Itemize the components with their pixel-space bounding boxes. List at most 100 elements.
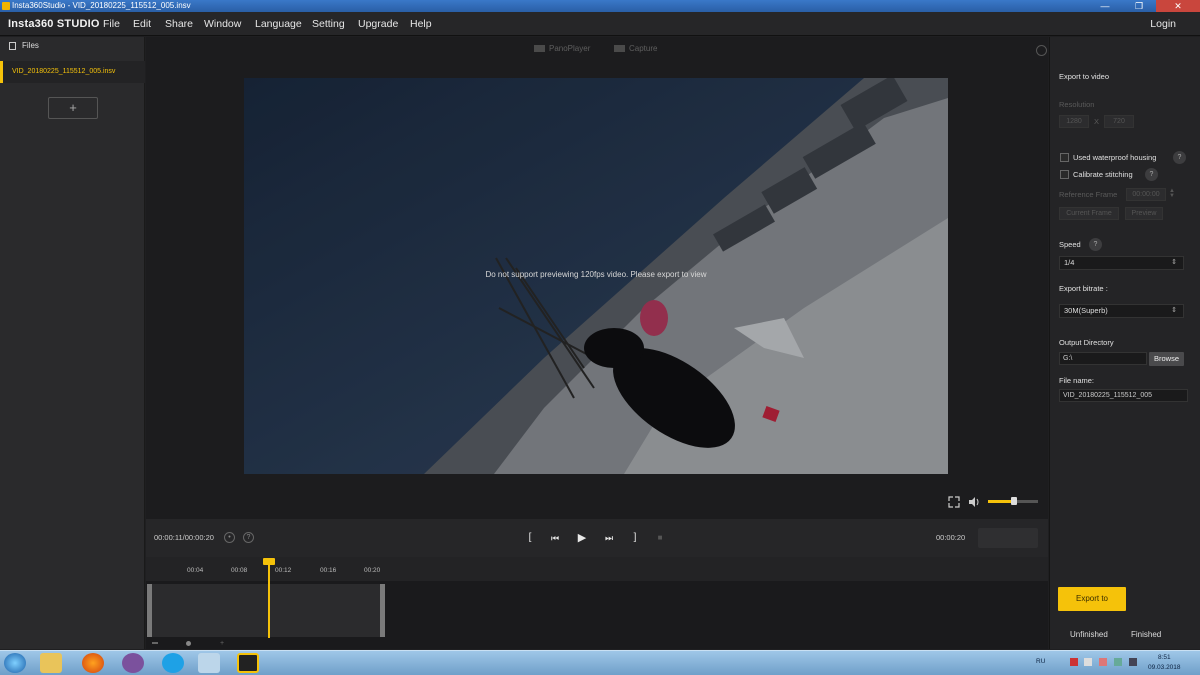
reference-stepper-icon: ▲ ▼ bbox=[1169, 188, 1175, 199]
calibrate-label: Calibrate stitching bbox=[1073, 170, 1133, 179]
tab-panoplayer[interactable]: PanoPlayer bbox=[534, 44, 590, 53]
tray-app-icon[interactable] bbox=[1070, 658, 1078, 666]
clock-date[interactable]: 09.03.2018 bbox=[1148, 664, 1181, 671]
app-logo: Insta360 STUDIO bbox=[8, 18, 100, 30]
volume-slider[interactable] bbox=[988, 497, 1038, 505]
close-button[interactable]: ✕ bbox=[1156, 0, 1200, 12]
mark-out-button[interactable]: ] bbox=[630, 531, 640, 545]
login-link[interactable]: Login bbox=[1150, 12, 1176, 36]
reference-frame-label: Reference Frame bbox=[1059, 190, 1118, 199]
skype-icon[interactable] bbox=[162, 653, 184, 673]
menu-window[interactable]: Window bbox=[204, 12, 241, 36]
select-caret-icon: ⇕ bbox=[1171, 307, 1177, 314]
total-time: 00:00:20 bbox=[936, 533, 966, 542]
speed-label: Speed bbox=[1059, 240, 1081, 249]
playback-help-icon[interactable]: ? bbox=[243, 532, 254, 543]
resolution-height: 720 bbox=[1104, 115, 1134, 128]
timeline-clip[interactable] bbox=[147, 584, 385, 637]
tab-finished[interactable]: Finished bbox=[1131, 630, 1161, 639]
menu-share[interactable]: Share bbox=[165, 12, 193, 36]
preview-button: Preview bbox=[1125, 207, 1163, 220]
menu-language[interactable]: Language bbox=[255, 12, 302, 36]
tab-capture[interactable]: Capture bbox=[614, 44, 657, 53]
tick-label: 00:12 bbox=[275, 567, 292, 574]
disabled-action-button bbox=[978, 528, 1038, 548]
os-title-bar: Insta360Studio - VID_20180225_115512_005… bbox=[0, 0, 1200, 12]
waterproof-checkbox[interactable] bbox=[1060, 153, 1069, 162]
menu-setting[interactable]: Setting bbox=[312, 12, 345, 36]
menu-help[interactable]: Help bbox=[410, 12, 432, 36]
output-directory-label: Output Directory bbox=[1059, 338, 1114, 347]
calibrate-help-icon[interactable]: ? bbox=[1145, 168, 1158, 181]
settings-circle-icon[interactable] bbox=[1036, 45, 1047, 56]
next-frame-button[interactable]: ⏭ bbox=[602, 531, 616, 545]
capture-icon bbox=[614, 45, 625, 52]
speed-value: 1/4 bbox=[1064, 258, 1075, 267]
menu-file[interactable]: File bbox=[103, 12, 120, 36]
tick-label: 00:08 bbox=[231, 567, 248, 574]
viber-icon[interactable] bbox=[122, 653, 144, 673]
volume-icon[interactable] bbox=[968, 496, 980, 508]
mark-in-button[interactable]: [ bbox=[525, 531, 535, 545]
speed-select[interactable]: 1/4 ⇕ bbox=[1059, 256, 1184, 270]
tick-label: 00:04 bbox=[187, 567, 204, 574]
start-button-icon[interactable] bbox=[4, 653, 26, 673]
tab-unfinished[interactable]: Unfinished bbox=[1070, 630, 1108, 639]
zoom-knob[interactable] bbox=[186, 641, 191, 646]
speaker-icon[interactable] bbox=[1129, 658, 1137, 666]
insta360-studio-icon[interactable] bbox=[237, 653, 259, 673]
output-directory-field[interactable]: G:\ bbox=[1059, 352, 1147, 365]
prev-frame-button[interactable]: ⏮ bbox=[548, 531, 562, 545]
bitrate-value: 30M(Superb) bbox=[1064, 306, 1108, 315]
tick-label: 00:20 bbox=[364, 567, 381, 574]
bitrate-select[interactable]: 30M(Superb) ⇕ bbox=[1059, 304, 1184, 318]
resolution-width: 1280 bbox=[1059, 115, 1089, 128]
restore-button[interactable]: ❐ bbox=[1122, 0, 1156, 12]
panoplayer-icon bbox=[534, 45, 545, 52]
volume-knob[interactable] bbox=[1011, 497, 1017, 505]
export-button[interactable]: Export to bbox=[1058, 587, 1126, 611]
resolution-label: Resolution bbox=[1059, 100, 1095, 109]
menu-edit[interactable]: Edit bbox=[133, 12, 151, 36]
fullscreen-icon[interactable] bbox=[948, 496, 960, 508]
timeline-zoom[interactable]: + bbox=[146, 640, 386, 649]
calibrate-checkbox[interactable] bbox=[1060, 170, 1069, 179]
browse-button[interactable]: Browse bbox=[1149, 352, 1184, 366]
tick-label: 00:16 bbox=[320, 567, 337, 574]
app-icon bbox=[2, 2, 10, 10]
playhead[interactable] bbox=[268, 562, 270, 638]
language-indicator[interactable]: RU bbox=[1036, 658, 1045, 665]
waterproof-help-icon[interactable]: ? bbox=[1173, 151, 1186, 164]
explorer-icon[interactable] bbox=[40, 653, 62, 673]
viewer-message: Do not support previewing 120fps video. … bbox=[485, 270, 707, 279]
files-panel: Files VID_20180225_115512_005.insv + bbox=[0, 37, 145, 649]
windows-explorer-icon[interactable] bbox=[198, 653, 220, 673]
zoom-in-icon[interactable]: + bbox=[220, 640, 226, 647]
playback-bar bbox=[146, 519, 1048, 557]
select-caret-icon: ⇕ bbox=[1171, 259, 1177, 266]
minimize-button[interactable]: — bbox=[1088, 0, 1122, 12]
firefox-icon[interactable] bbox=[82, 653, 104, 673]
stop-button[interactable]: ■ bbox=[654, 531, 666, 545]
tab-panoplayer-label: PanoPlayer bbox=[549, 44, 591, 53]
menu-bar: Insta360 STUDIO File Edit Share Window L… bbox=[0, 12, 1200, 36]
export-title: Export to video bbox=[1059, 72, 1110, 81]
reference-time: 00:00:00 bbox=[1126, 188, 1166, 201]
add-file-button[interactable]: + bbox=[48, 97, 98, 119]
file-item[interactable]: VID_20180225_115512_005.insv bbox=[0, 61, 145, 83]
zoom-out-icon[interactable] bbox=[152, 642, 158, 644]
bitrate-label: Export bitrate : bbox=[1059, 284, 1108, 293]
sync-icon[interactable]: • bbox=[224, 532, 235, 543]
menu-upgrade[interactable]: Upgrade bbox=[358, 12, 398, 36]
files-icon bbox=[9, 42, 16, 50]
clock-time[interactable]: 8:51 bbox=[1158, 654, 1171, 661]
file-name-field[interactable]: VID_20180225_115512_005 bbox=[1059, 389, 1188, 402]
current-frame-button: Current Frame bbox=[1059, 207, 1119, 220]
play-button[interactable]: ▶ bbox=[575, 531, 589, 545]
current-time: 00:00:11/00:00:20 bbox=[154, 533, 214, 542]
playhead-handle[interactable] bbox=[263, 558, 275, 565]
tray-app-icon[interactable] bbox=[1084, 658, 1092, 666]
network-icon[interactable] bbox=[1114, 658, 1122, 666]
speed-help-icon[interactable]: ? bbox=[1089, 238, 1102, 251]
tray-app-icon[interactable] bbox=[1099, 658, 1107, 666]
